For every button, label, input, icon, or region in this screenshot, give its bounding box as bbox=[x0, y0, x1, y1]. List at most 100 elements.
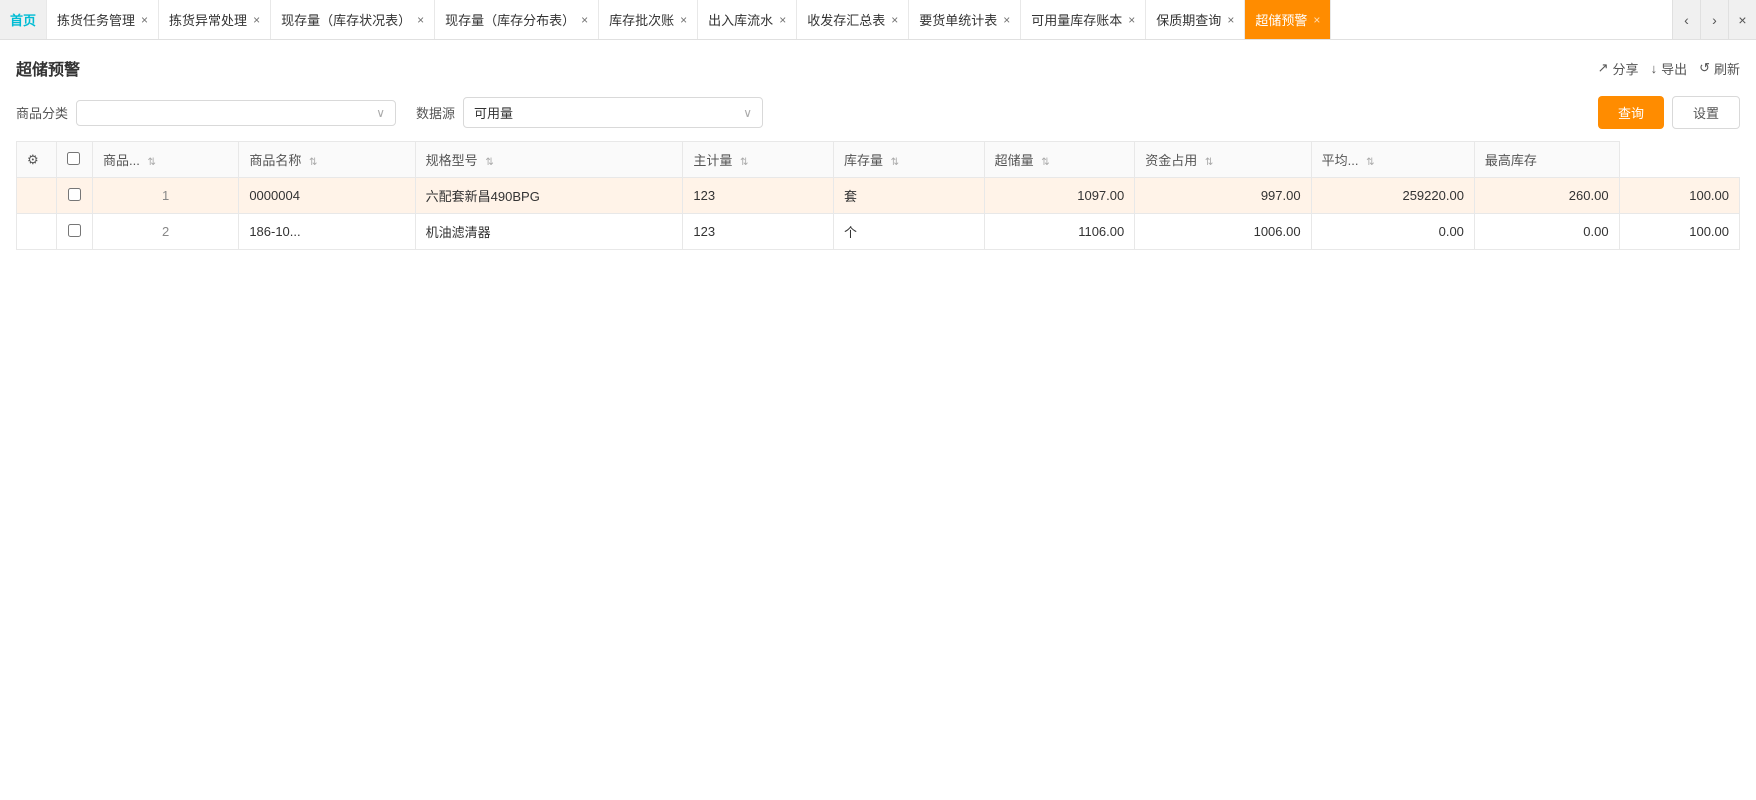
nav-close-button[interactable]: × bbox=[1728, 0, 1756, 40]
col-product-id[interactable]: 商品... ⇅ bbox=[93, 142, 239, 178]
row-num: 2 bbox=[93, 214, 239, 250]
category-chevron-icon: ∨ bbox=[376, 106, 385, 120]
col-max-stock-label: 最高库存 bbox=[1485, 153, 1537, 168]
tab-stock-status-close[interactable]: × bbox=[417, 13, 424, 27]
col-stock-label: 库存量 bbox=[844, 153, 883, 168]
col-settings: ⚙ bbox=[17, 142, 57, 178]
share-button[interactable]: ↗ 分享 bbox=[1598, 59, 1639, 78]
page-header: 超储预警 ↗ 分享 ↓ 导出 ↺ 刷新 bbox=[16, 56, 1740, 80]
row-settings-cell bbox=[17, 178, 57, 214]
tab-batch-close[interactable]: × bbox=[680, 13, 687, 27]
sort-unit-icon: ⇅ bbox=[740, 157, 748, 168]
tab-overstock-label: 超储预警 bbox=[1255, 10, 1307, 29]
sort-avg-icon: ⇅ bbox=[1366, 157, 1374, 168]
tab-abnormal-close[interactable]: × bbox=[253, 13, 260, 27]
filter-buttons: 查询 设置 bbox=[1598, 96, 1740, 129]
tab-avail-stock-close[interactable]: × bbox=[1128, 13, 1135, 27]
col-avg-label: 平均... bbox=[1322, 153, 1359, 168]
settings-button[interactable]: 设置 bbox=[1672, 96, 1740, 129]
datasource-label: 数据源 bbox=[416, 103, 455, 122]
tab-stock-status-label: 现存量（库存状况表） bbox=[281, 10, 411, 29]
page-title: 超储预警 bbox=[16, 56, 80, 80]
tab-order-stats-close[interactable]: × bbox=[1003, 13, 1010, 27]
tab-inout[interactable]: 出入库流水 × bbox=[698, 0, 797, 39]
sort-product-name-icon: ⇅ bbox=[309, 157, 317, 168]
gear-icon[interactable]: ⚙ bbox=[27, 152, 39, 167]
tab-abnormal[interactable]: 拣货异常处理 × bbox=[159, 0, 271, 39]
tab-home-label: 首页 bbox=[10, 10, 36, 29]
row-unit: 个 bbox=[834, 214, 985, 250]
tab-stock-dist-close[interactable]: × bbox=[581, 13, 588, 27]
page-content: 超储预警 ↗ 分享 ↓ 导出 ↺ 刷新 商品分类 ∨ 数据源 bbox=[0, 40, 1756, 800]
tab-expiry-label: 保质期查询 bbox=[1156, 10, 1221, 29]
tab-overstock-close[interactable]: × bbox=[1313, 13, 1320, 27]
tab-collect[interactable]: 收发存汇总表 × bbox=[797, 0, 909, 39]
category-select[interactable]: ∨ bbox=[76, 100, 396, 126]
tab-inout-label: 出入库流水 bbox=[708, 10, 773, 29]
row-overstock: 997.00 bbox=[1135, 178, 1311, 214]
col-max-stock[interactable]: 最高库存 bbox=[1474, 142, 1619, 178]
tab-avail-stock[interactable]: 可用量库存账本 × bbox=[1021, 0, 1146, 39]
col-product-name-label: 商品名称 bbox=[249, 153, 301, 168]
tab-collect-close[interactable]: × bbox=[891, 13, 898, 27]
nav-next-button[interactable]: › bbox=[1700, 0, 1728, 40]
refresh-label: 刷新 bbox=[1714, 59, 1740, 78]
row-product-name: 机油滤清器 bbox=[415, 214, 683, 250]
filter-row: 商品分类 ∨ 数据源 可用量 ∨ 查询 设置 bbox=[16, 96, 1740, 129]
share-label: 分享 bbox=[1613, 59, 1639, 78]
row-product-id: 186-10... bbox=[239, 214, 415, 250]
col-checkbox bbox=[57, 142, 93, 178]
row-stock: 1097.00 bbox=[984, 178, 1135, 214]
sort-stock-icon: ⇅ bbox=[891, 157, 899, 168]
tab-stock-dist[interactable]: 现存量（库存分布表） × bbox=[435, 0, 599, 39]
row-checkbox[interactable] bbox=[68, 188, 81, 201]
export-button[interactable]: ↓ 导出 bbox=[1651, 59, 1688, 78]
tab-order-stats[interactable]: 要货单统计表 × bbox=[909, 0, 1021, 39]
datasource-select[interactable]: 可用量 ∨ bbox=[463, 97, 763, 128]
tab-batch[interactable]: 库存批次账 × bbox=[599, 0, 698, 39]
row-settings-cell bbox=[17, 214, 57, 250]
row-avg: 260.00 bbox=[1474, 178, 1619, 214]
table-row: 2 186-10... 机油滤清器 123 个 1106.00 1006.00 … bbox=[17, 214, 1740, 250]
row-checkbox[interactable] bbox=[68, 224, 81, 237]
row-checkbox-cell bbox=[57, 214, 93, 250]
sort-overstock-icon: ⇅ bbox=[1041, 157, 1049, 168]
row-overstock: 1006.00 bbox=[1135, 214, 1311, 250]
row-spec: 123 bbox=[683, 178, 834, 214]
select-all-checkbox[interactable] bbox=[67, 152, 80, 165]
tab-collect-label: 收发存汇总表 bbox=[807, 10, 885, 29]
col-avg[interactable]: 平均... ⇅ bbox=[1311, 142, 1474, 178]
col-capital[interactable]: 资金占用 ⇅ bbox=[1135, 142, 1311, 178]
query-button[interactable]: 查询 bbox=[1598, 96, 1664, 129]
col-product-id-label: 商品... bbox=[103, 153, 140, 168]
col-product-name[interactable]: 商品名称 ⇅ bbox=[239, 142, 415, 178]
refresh-button[interactable]: ↺ 刷新 bbox=[1699, 59, 1740, 78]
col-spec[interactable]: 规格型号 ⇅ bbox=[415, 142, 683, 178]
tab-inout-close[interactable]: × bbox=[779, 13, 786, 27]
col-stock[interactable]: 库存量 ⇅ bbox=[834, 142, 985, 178]
row-checkbox-cell bbox=[57, 178, 93, 214]
filter-category-group: 商品分类 ∨ bbox=[16, 100, 396, 126]
tab-tasks[interactable]: 拣货任务管理 × bbox=[47, 0, 159, 39]
col-overstock[interactable]: 超储量 ⇅ bbox=[984, 142, 1135, 178]
filter-datasource-group: 数据源 可用量 ∨ bbox=[416, 97, 763, 128]
tab-expiry[interactable]: 保质期查询 × bbox=[1146, 0, 1245, 39]
nav-prev-button[interactable]: ‹ bbox=[1672, 0, 1700, 40]
tab-order-stats-label: 要货单统计表 bbox=[919, 10, 997, 29]
tab-tasks-close[interactable]: × bbox=[141, 13, 148, 27]
tab-home[interactable]: 首页 bbox=[0, 0, 47, 39]
tab-overstock[interactable]: 超储预警 × bbox=[1245, 0, 1331, 39]
refresh-icon: ↺ bbox=[1699, 60, 1710, 76]
row-stock: 1106.00 bbox=[984, 214, 1135, 250]
share-icon: ↗ bbox=[1598, 60, 1609, 76]
col-unit[interactable]: 主计量 ⇅ bbox=[683, 142, 834, 178]
col-unit-label: 主计量 bbox=[693, 153, 732, 168]
datasource-value: 可用量 bbox=[474, 103, 513, 122]
tab-batch-label: 库存批次账 bbox=[609, 10, 674, 29]
tab-avail-stock-label: 可用量库存账本 bbox=[1031, 10, 1122, 29]
nav-arrows: ‹ › × bbox=[1672, 0, 1756, 40]
tab-expiry-close[interactable]: × bbox=[1227, 13, 1234, 27]
col-capital-label: 资金占用 bbox=[1145, 153, 1197, 168]
row-spec: 123 bbox=[683, 214, 834, 250]
tab-stock-status[interactable]: 现存量（库存状况表） × bbox=[271, 0, 435, 39]
